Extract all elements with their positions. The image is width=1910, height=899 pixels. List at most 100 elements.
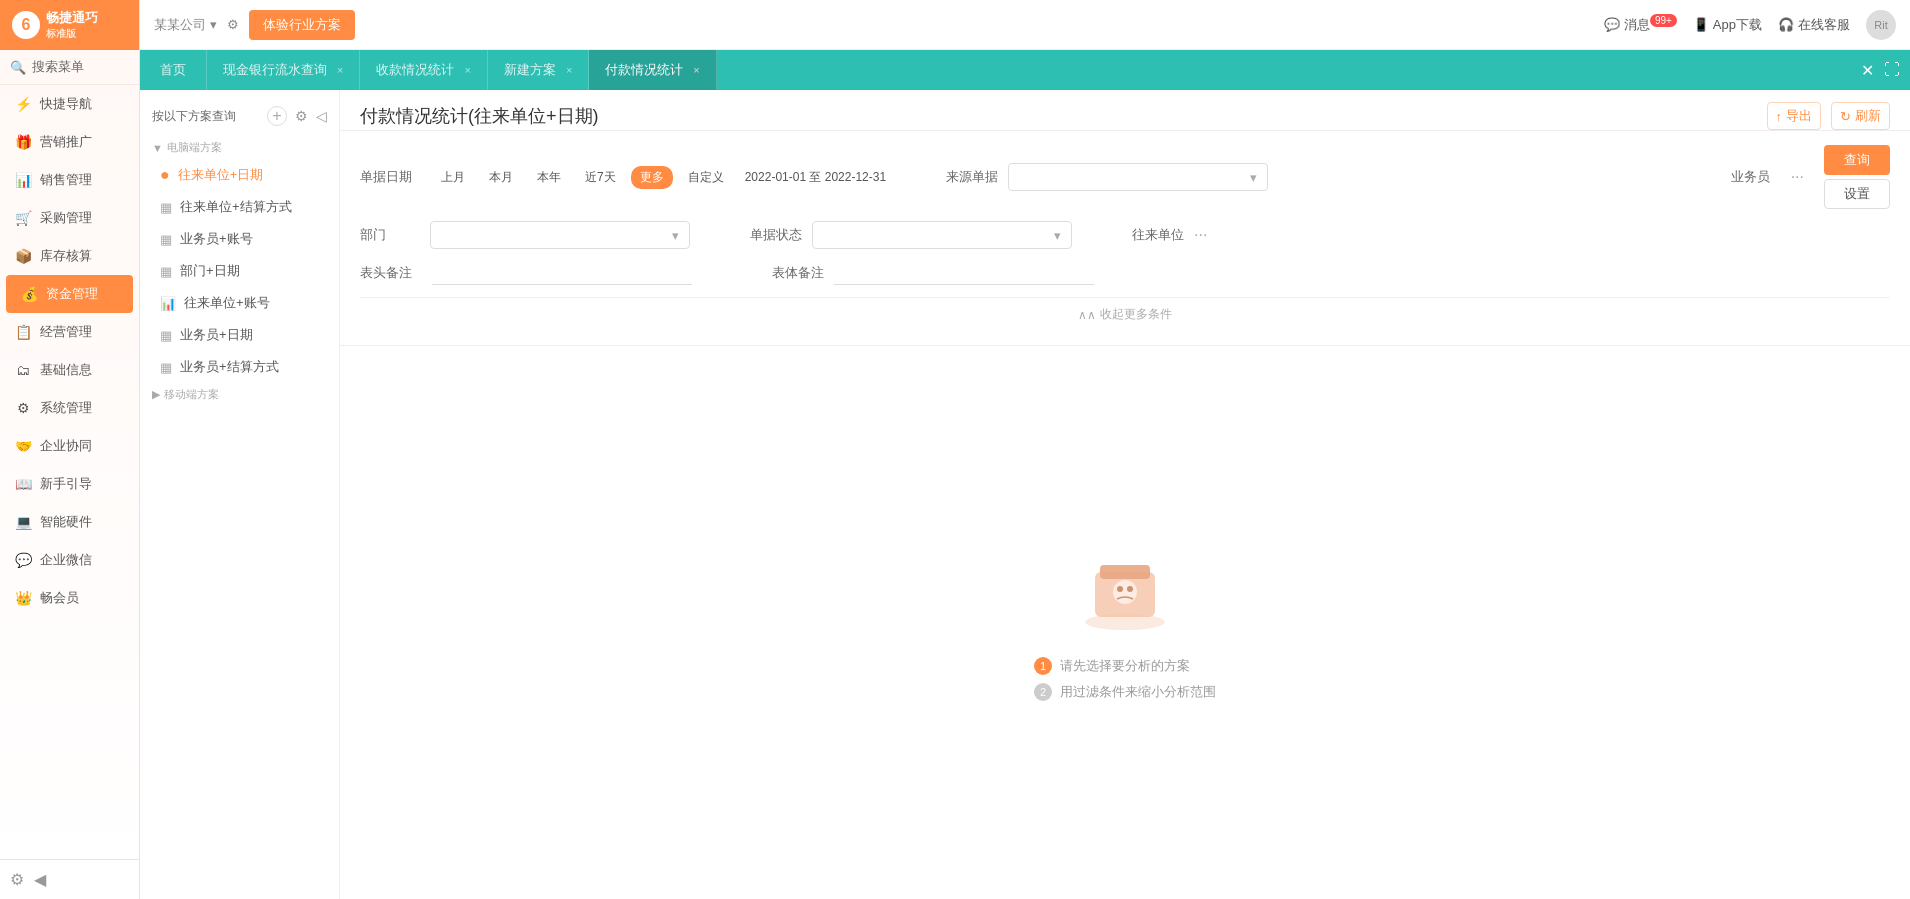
desktop-group: ▼ 电脑端方案 [140, 136, 339, 159]
tab-bank-label: 现金银行流水查询 [223, 61, 327, 79]
tab-home[interactable]: 首页 [140, 50, 207, 90]
plan-dept-date[interactable]: ▦ 部门+日期 [140, 255, 339, 287]
app-download-button[interactable]: 📱 App下载 [1693, 16, 1762, 34]
search-icon: 🔍 [10, 60, 26, 75]
collapse-sidebar-icon[interactable]: ◀ [34, 870, 46, 889]
date-7days[interactable]: 近7天 [576, 165, 625, 190]
tab-new-plan[interactable]: 新建方案 × [488, 50, 589, 90]
tab-receipts-close[interactable]: × [464, 64, 470, 76]
sidebar-item-shortcut[interactable]: ⚡ 快捷导航 [0, 85, 139, 123]
sidebar-item-hardware[interactable]: 💻 智能硬件 [0, 503, 139, 541]
sidebar-item-marketing[interactable]: 🎁 营销推广 [0, 123, 139, 161]
tip-num-1: 1 [1034, 657, 1052, 675]
date-this-month[interactable]: 本月 [480, 165, 522, 190]
sidebar-item-purchase[interactable]: 🛒 采购管理 [0, 199, 139, 237]
page-title: 付款情况统计(往来单位+日期) [360, 104, 599, 128]
nav-label-member: 畅会员 [40, 589, 79, 607]
plan-partner-account[interactable]: 📊 往来单位+账号 [140, 287, 339, 319]
refresh-button[interactable]: ↻ 刷新 [1831, 102, 1890, 130]
sidebar-item-sales[interactable]: 📊 销售管理 [0, 161, 139, 199]
date-last-month[interactable]: 上月 [432, 165, 474, 190]
sidebar-nav: ⚡ 快捷导航 🎁 营销推广 📊 销售管理 🛒 采购管理 📦 库存核算 💰 资金管… [0, 85, 139, 859]
partner-label: 往来单位 [1132, 226, 1184, 244]
source-select-arrow: ▾ [1250, 170, 1257, 185]
nav-label-enterprise: 企业协同 [40, 437, 92, 455]
filter-settings-button[interactable]: 设置 [1824, 179, 1890, 209]
tab-bank-close[interactable]: × [337, 64, 343, 76]
header-note-label: 表头备注 [360, 264, 412, 282]
nav-label-system: 系统管理 [40, 399, 92, 417]
collapse-conditions-bar[interactable]: ∧∧ 收起更多条件 [360, 297, 1890, 331]
sidebar-item-guide[interactable]: 📖 新手引导 [0, 465, 139, 503]
online-service-button[interactable]: 🎧 在线客服 [1778, 16, 1850, 34]
tab-fullscreen-icon[interactable]: ⛶ [1884, 61, 1900, 79]
plan-icon-6: ▦ [160, 360, 172, 375]
plan-active-icon: ● [160, 166, 170, 184]
logo-text: 畅捷通巧 标准版 [46, 9, 98, 41]
header-note-input[interactable] [432, 261, 692, 285]
plan-icon-1: ▦ [160, 200, 172, 215]
sidebar-item-capital[interactable]: 💰 资金管理 [6, 275, 133, 313]
nav-icon-member: 👑 [14, 589, 32, 607]
sidebar-item-system[interactable]: ⚙ 系统管理 [0, 389, 139, 427]
topbar-settings-icon[interactable]: ⚙ [227, 17, 239, 32]
export-button[interactable]: ↑ 导出 [1767, 102, 1822, 130]
plan-agent-settle[interactable]: ▦ 业务员+结算方式 [140, 351, 339, 383]
nav-icon-marketing: 🎁 [14, 133, 32, 151]
tab-bank[interactable]: 现金银行流水查询 × [207, 50, 360, 90]
filter-row-1: 单据日期 上月 本月 本年 近7天 更多 自定义 2022-01-01 至 20… [360, 145, 1890, 209]
plan-agent-account[interactable]: ▦ 业务员+账号 [140, 223, 339, 255]
body-note-input[interactable] [834, 261, 1094, 285]
sidebar-item-member[interactable]: 👑 畅会员 [0, 579, 139, 617]
trial-button[interactable]: 体验行业方案 [249, 10, 355, 40]
user-avatar[interactable]: Rit [1866, 10, 1896, 40]
plan-icon-4: 📊 [160, 296, 176, 311]
sidebar-item-business[interactable]: 📋 经营管理 [0, 313, 139, 351]
source-select[interactable]: ▾ [1008, 163, 1268, 191]
status-select-value [823, 226, 1048, 244]
tab-new-plan-close[interactable]: × [566, 64, 572, 76]
tab-receipts[interactable]: 收款情况统计 × [360, 50, 487, 90]
plan-partner-settle[interactable]: ▦ 往来单位+结算方式 [140, 191, 339, 223]
mobile-group[interactable]: ▶ 移动端方案 [140, 383, 339, 406]
partner-select[interactable]: ··· [1194, 226, 1207, 244]
status-select[interactable]: ▾ [812, 221, 1072, 249]
sidebar-item-base[interactable]: 🗂 基础信息 [0, 351, 139, 389]
query-button[interactable]: 查询 [1824, 145, 1890, 175]
tab-payments[interactable]: 付款情况统计 × [589, 50, 716, 90]
tip-2: 2 用过滤条件来缩小分析范围 [1034, 683, 1216, 701]
nav-label-base: 基础信息 [40, 361, 92, 379]
messages-button[interactable]: 💬 消息 99+ [1604, 16, 1677, 34]
export-icon: ↑ [1776, 109, 1783, 124]
empty-illustration [1065, 537, 1185, 637]
plan-agent-date[interactable]: ▦ 业务员+日期 [140, 319, 339, 351]
date-custom[interactable]: 自定义 [679, 165, 733, 190]
service-icon: 🎧 [1778, 17, 1794, 32]
nav-label-wechat: 企业微信 [40, 551, 92, 569]
add-plan-icon[interactable]: + [267, 106, 287, 126]
status-label: 单据状态 [750, 226, 802, 244]
date-label: 单据日期 [360, 168, 412, 186]
sidebar-item-enterprise[interactable]: 🤝 企业协同 [0, 427, 139, 465]
svg-point-5 [1127, 586, 1133, 592]
dept-select[interactable]: ▾ [430, 221, 690, 249]
agent-select[interactable]: ··· [1791, 168, 1804, 186]
panel-header: 按以下方案查询 + ⚙ ◁ [140, 100, 339, 136]
company-selector[interactable]: 某某公司 ▾ [154, 16, 217, 34]
settings-icon[interactable]: ⚙ [10, 870, 24, 889]
tab-close-all-icon[interactable]: ✕ [1861, 61, 1874, 80]
sidebar-item-inventory[interactable]: 📦 库存核算 [0, 237, 139, 275]
sidebar-item-wechat[interactable]: 💬 企业微信 [0, 541, 139, 579]
collapse-panel-icon[interactable]: ◁ [316, 108, 327, 124]
svg-point-4 [1117, 586, 1123, 592]
date-this-year[interactable]: 本年 [528, 165, 570, 190]
date-more[interactable]: 更多 [631, 166, 673, 189]
topbar-right: 💬 消息 99+ 📱 App下载 🎧 在线客服 Rit [1604, 10, 1896, 40]
nav-label-guide: 新手引导 [40, 475, 92, 493]
plan-partner-date[interactable]: ● 往来单位+日期 [140, 159, 339, 191]
svg-rect-2 [1100, 565, 1150, 579]
settings-plan-icon[interactable]: ⚙ [295, 108, 308, 124]
sidebar-search[interactable]: 🔍 搜索菜单 [0, 50, 139, 85]
date-range-display: 2022-01-01 至 2022-12-31 [745, 169, 886, 186]
tab-payments-close[interactable]: × [693, 64, 699, 76]
